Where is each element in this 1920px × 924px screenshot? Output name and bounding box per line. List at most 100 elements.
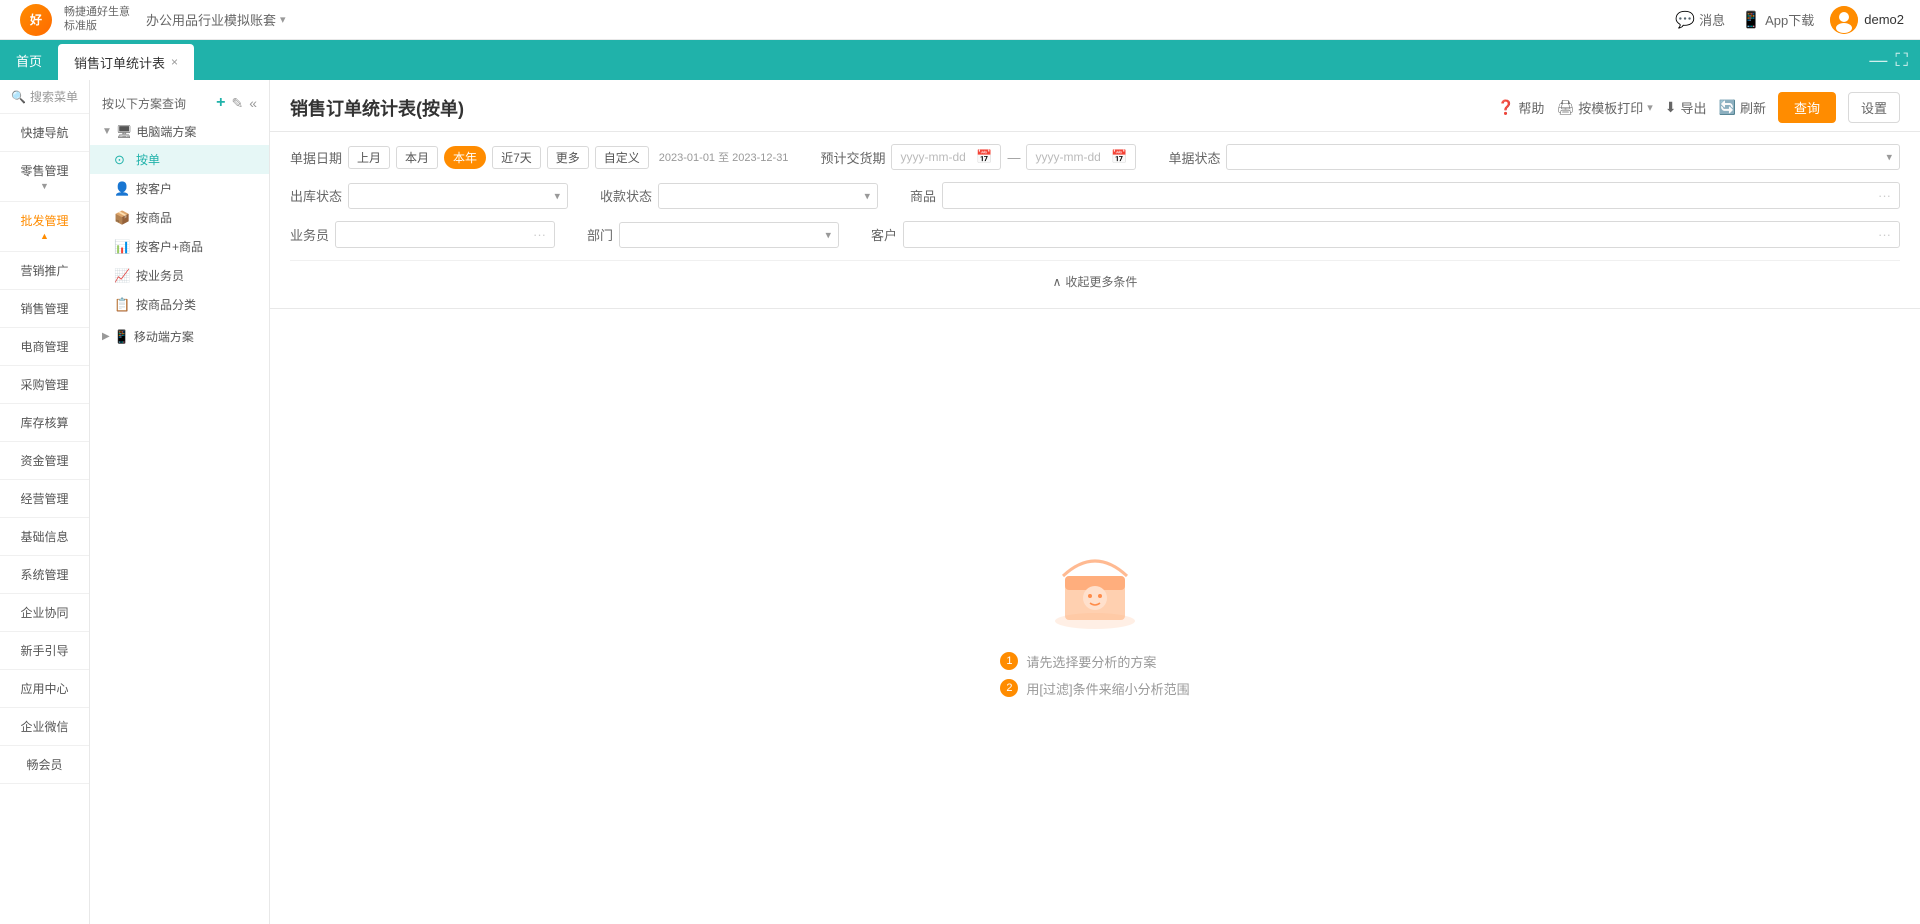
sidebar-item-sales[interactable]: 销售管理 — [0, 290, 89, 328]
scheme-item-by-order[interactable]: ⊙ 按单 — [90, 145, 269, 174]
search-menu-label: 搜索菜单 — [30, 88, 78, 105]
mobile-group-arrow-icon: ▶ — [102, 331, 110, 342]
empty-hint-2: 2 用[过滤]条件来缩小分析范围 — [1000, 679, 1189, 698]
mobile-scheme-group-header[interactable]: ▶ 📱 移动端方案 — [90, 323, 269, 350]
nav-wholesale-label: 批发管理 — [20, 212, 68, 229]
sidebar-item-system[interactable]: 系统管理 — [0, 556, 89, 594]
message-label: 消息 — [1699, 10, 1725, 29]
desktop-group-icon: 🖥 — [116, 124, 133, 140]
sidebar-item-retail[interactable]: 零售管理 ▼ — [0, 152, 89, 202]
nav-retail-arrow: ▼ — [40, 181, 49, 191]
logo-icon: 好 — [20, 4, 52, 36]
refresh-button[interactable]: 🔄 刷新 — [1719, 98, 1766, 117]
calendar-to-icon: 📅 — [1111, 149, 1127, 165]
sidebar-item-purchase[interactable]: 采购管理 — [0, 366, 89, 404]
sidebar-item-corp[interactable]: 企业协同 — [0, 594, 89, 632]
salesperson-input[interactable]: ··· — [335, 221, 555, 248]
date-btn-7days[interactable]: 近7天 — [492, 146, 541, 169]
goods-block: 商品 ··· — [910, 182, 1900, 209]
sidebar-item-basic[interactable]: 基础信息 — [0, 518, 89, 556]
help-label: 帮助 — [1518, 98, 1544, 117]
doc-status-select[interactable] — [1226, 144, 1900, 170]
tab-sales-order-stat[interactable]: 销售订单统计表 × — [58, 44, 194, 80]
tab-minimize-icon[interactable]: — — [1869, 50, 1887, 71]
main-panel: 销售订单统计表(按单) ❓ 帮助 🖨 按模板打印 ▾ ⬇ — [270, 80, 1920, 924]
search-menu-item[interactable]: 🔍 搜索菜单 — [0, 80, 89, 114]
collapse-row: ∧ 收起更多条件 — [290, 260, 1900, 296]
ship-status-select-wrapper — [348, 183, 568, 209]
by-product-label: 按商品 — [136, 209, 172, 226]
nav-marketing-label: 营销推广 — [20, 262, 68, 279]
page-title: 销售订单统计表(按单) — [290, 95, 464, 121]
date-btn-last-month[interactable]: 上月 — [348, 146, 390, 169]
quick-nav-label: 快捷导航 — [20, 126, 68, 140]
print-button[interactable]: 🖨 按模板打印 ▾ — [1556, 98, 1652, 117]
date-btn-this-year[interactable]: 本年 — [444, 146, 486, 169]
ship-status-select[interactable] — [348, 183, 568, 209]
scheme-item-by-salesperson[interactable]: 📈 按业务员 — [90, 261, 269, 290]
nav-ecommerce-label: 电商管理 — [20, 338, 68, 355]
print-icon: 🖨 — [1556, 99, 1574, 116]
sidebar-item-member[interactable]: 畅会员 — [0, 746, 89, 784]
tab-close-icon[interactable]: × — [171, 55, 178, 69]
by-product-icon: 📦 — [114, 210, 130, 226]
nav-retail-label: 零售管理 — [20, 162, 68, 179]
scheme-collapse-icon[interactable]: « — [249, 95, 257, 111]
scheme-item-by-customer[interactable]: 👤 按客户 — [90, 174, 269, 203]
message-button[interactable]: 💬 消息 — [1675, 10, 1725, 30]
tab-window-icon[interactable]: ⛶ — [1895, 50, 1908, 71]
scheme-add-icon[interactable]: + — [216, 94, 225, 112]
collect-status-select[interactable] — [658, 183, 878, 209]
expected-date-from[interactable]: yyyy-mm-dd 📅 — [891, 144, 1001, 170]
expected-date-to[interactable]: yyyy-mm-dd 📅 — [1026, 144, 1136, 170]
hint-text-2: 用[过滤]条件来缩小分析范围 — [1026, 679, 1189, 698]
collapse-label: 收起更多条件 — [1065, 273, 1137, 290]
by-customer-icon: 👤 — [114, 181, 130, 197]
sidebar-item-newbie[interactable]: 新手引导 — [0, 632, 89, 670]
sidebar-item-apps[interactable]: 应用中心 — [0, 670, 89, 708]
sidebar-item-finance[interactable]: 资金管理 — [0, 442, 89, 480]
scheme-item-by-category[interactable]: 📋 按商品分类 — [90, 290, 269, 319]
by-order-label: 按单 — [136, 151, 160, 168]
sidebar-item-ecommerce[interactable]: 电商管理 — [0, 328, 89, 366]
by-order-icon: ⊙ — [114, 152, 130, 168]
page-title-row: 销售订单统计表(按单) ❓ 帮助 🖨 按模板打印 ▾ ⬇ — [290, 92, 1900, 123]
desktop-scheme-group-header[interactable]: ▼ 🖥 电脑端方案 — [90, 118, 269, 145]
doc-status-select-wrapper — [1226, 144, 1900, 170]
sidebar-item-business[interactable]: 经营管理 — [0, 480, 89, 518]
date-btn-more[interactable]: 更多 — [547, 146, 589, 169]
date-btn-custom[interactable]: 自定义 — [595, 146, 649, 169]
user-menu[interactable]: demo2 — [1830, 6, 1904, 34]
sidebar-item-wholesale[interactable]: 批发管理 ▲ — [0, 202, 89, 252]
collapse-button[interactable]: ∧ 收起更多条件 — [290, 267, 1900, 296]
by-category-label: 按商品分类 — [136, 296, 196, 313]
filter-row-3: 业务员 ··· 部门 客户 — [290, 221, 1900, 248]
scheme-item-by-cust-prod[interactable]: 📊 按客户+商品 — [90, 232, 269, 261]
sidebar-item-inventory[interactable]: 库存核算 — [0, 404, 89, 442]
dept-label: 部门 — [587, 225, 613, 244]
help-button[interactable]: ❓ 帮助 — [1497, 98, 1544, 117]
query-button[interactable]: 查询 — [1778, 92, 1836, 123]
date-btn-this-month[interactable]: 本月 — [396, 146, 438, 169]
filter-row-2: 出库状态 收款状态 — [290, 182, 1900, 209]
breadcrumb[interactable]: 办公用品行业模拟账套 ▾ — [146, 10, 286, 29]
customer-input[interactable]: ··· — [903, 221, 1900, 248]
main-layout: 🔍 搜索菜单 快捷导航 零售管理 ▼ 批发管理 ▲ 营销推广 销售管理 电商管理… — [0, 80, 1920, 924]
scheme-header-actions: + ✎ « — [216, 94, 257, 112]
goods-input[interactable]: ··· — [942, 182, 1900, 209]
refresh-label: 刷新 — [1740, 98, 1766, 117]
page-actions: ❓ 帮助 🖨 按模板打印 ▾ ⬇ 导出 🔄 — [1497, 92, 1900, 123]
nav-newbie-label: 新手引导 — [20, 642, 68, 659]
settings-button[interactable]: 设置 — [1848, 92, 1900, 123]
nav-apps-label: 应用中心 — [20, 680, 68, 697]
sidebar-item-marketing[interactable]: 营销推广 — [0, 252, 89, 290]
export-button[interactable]: ⬇ 导出 — [1665, 98, 1707, 117]
scheme-item-by-product[interactable]: 📦 按商品 — [90, 203, 269, 232]
tab-home[interactable]: 首页 — [0, 40, 58, 80]
quick-nav-item[interactable]: 快捷导航 — [0, 114, 89, 152]
sidebar-item-wechat[interactable]: 企业微信 — [0, 708, 89, 746]
avatar — [1830, 6, 1858, 34]
scheme-edit-icon[interactable]: ✎ — [231, 95, 243, 112]
dept-select[interactable] — [619, 222, 839, 248]
app-download-button[interactable]: 📱 App下载 — [1741, 10, 1814, 30]
